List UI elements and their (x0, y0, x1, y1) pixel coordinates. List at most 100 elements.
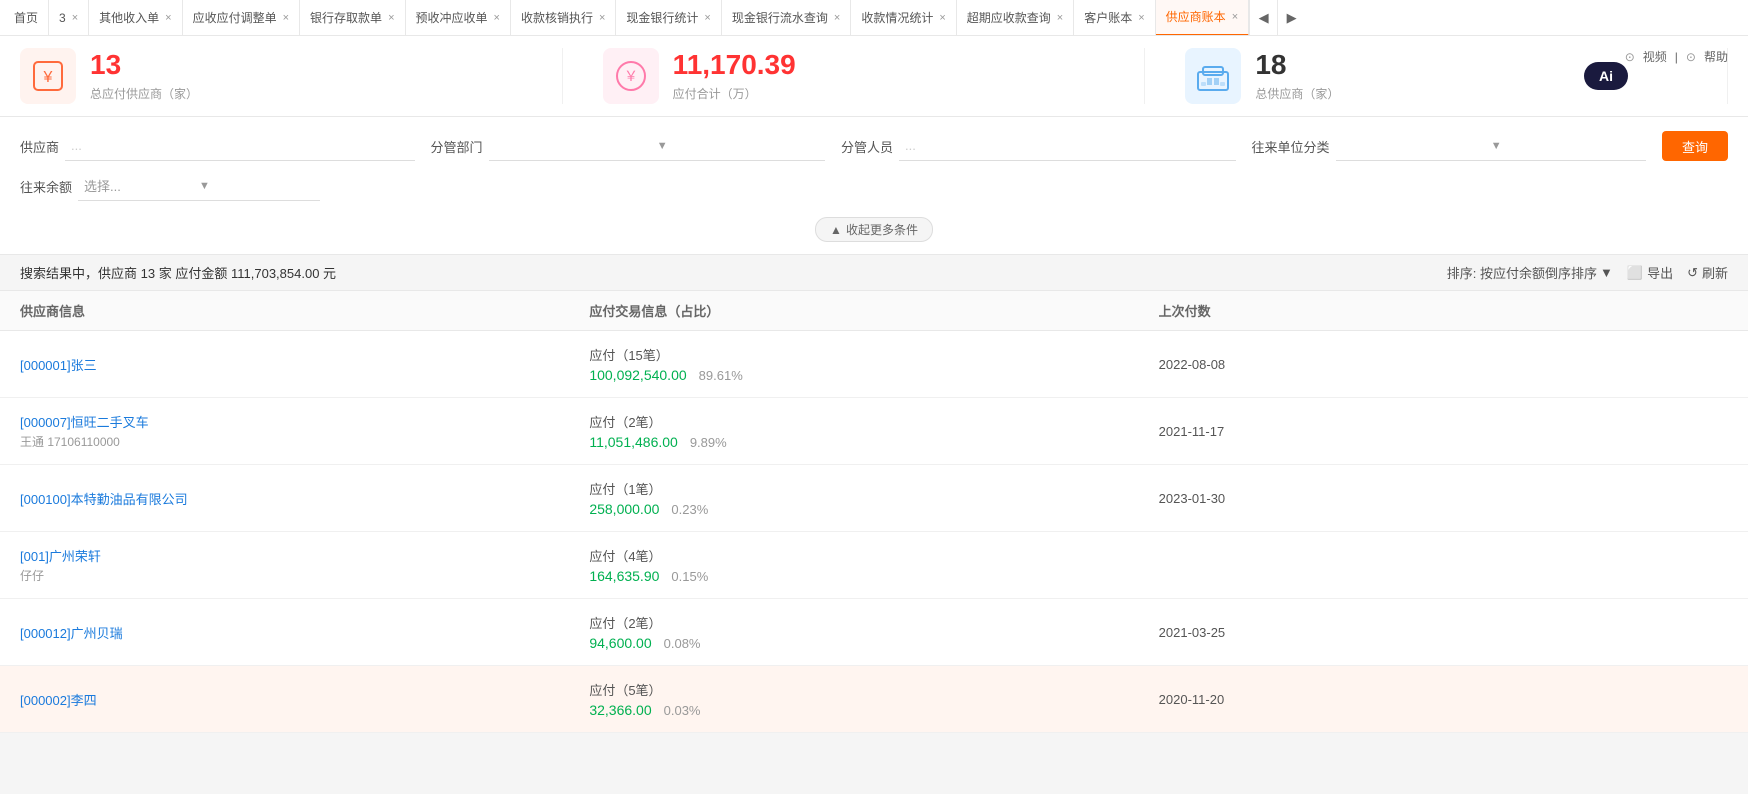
table-row: [000001]张三 应付（15笔） 100,092,540.00 89.61%… (0, 331, 1748, 398)
nav-tab-collection-stats-close[interactable]: × (939, 12, 945, 24)
supplier-sub-3: 仔仔 (20, 567, 589, 584)
nav-tab-3-close[interactable]: × (72, 12, 78, 24)
supplier-link-3[interactable]: [001]广州荣轩 (20, 549, 101, 564)
col-header-lastpay: 上次付数 (1159, 301, 1728, 320)
stat-info-payable-suppliers: 13 总应付供应商（家） (90, 50, 198, 102)
nav-tab-verify[interactable]: 收款核销执行 × (511, 0, 616, 36)
supplier-link-5[interactable]: [000002]李四 (20, 693, 97, 708)
nav-tab-cash-stats[interactable]: 现金银行统计 × (616, 0, 721, 36)
ai-button[interactable]: Ai (1584, 62, 1628, 90)
query-button[interactable]: 查询 (1662, 131, 1728, 161)
nav-tab-customer-ledger-close[interactable]: × (1138, 12, 1144, 24)
refresh-icon: ↺ (1687, 265, 1698, 281)
table-row: [000012]广州贝瑞 应付（2笔） 94,600.00 0.08% 2021… (0, 599, 1748, 666)
dept-filter-select[interactable]: ▼ (489, 131, 825, 161)
refresh-button[interactable]: ↺ 刷新 (1687, 263, 1728, 282)
nav-tab-prepay-label: 预收冲应收单 (416, 9, 488, 26)
nav-tab-cash-stats-close[interactable]: × (704, 12, 710, 24)
nav-tab-bank-close[interactable]: × (388, 12, 394, 24)
help-link[interactable]: 帮助 (1704, 48, 1728, 65)
top-navigation: 首页 3 × 其他收入单 × 应收应付调整单 × 银行存取款单 × 预收冲应收单… (0, 0, 1748, 36)
category-filter-label: 往来单位分类 (1252, 137, 1330, 156)
trans-amount-3: 164,635.90 (589, 568, 659, 584)
refresh-label: 刷新 (1702, 263, 1728, 282)
nav-tab-verify-close[interactable]: × (599, 12, 605, 24)
supplier-info-2: [000100]本特勤油品有限公司 (20, 489, 589, 508)
trans-pct-2: 0.23% (671, 502, 708, 517)
dept-chevron-down-icon: ▼ (657, 140, 819, 152)
trans-label-0: 应付（15笔） (589, 345, 1158, 364)
nav-right-arrow[interactable]: ▶ (1277, 0, 1305, 36)
last-pay-5: 2020-11-20 (1159, 692, 1728, 707)
nav-tab-adjustment[interactable]: 应收应付调整单 × (183, 0, 300, 36)
nav-tab-home[interactable]: 首页 (4, 0, 49, 36)
result-middle: 家 应付金额 (159, 266, 228, 281)
video-link[interactable]: 视频 (1643, 48, 1667, 65)
nav-tab-other-income[interactable]: 其他收入单 × (89, 0, 182, 36)
nav-tab-supplier-ledger-label: 供应商账本 (1166, 8, 1226, 25)
supplier-link-4[interactable]: [000012]广州贝瑞 (20, 626, 123, 641)
nav-tab-supplier-ledger-close[interactable]: × (1232, 11, 1238, 23)
nav-tab-bank[interactable]: 银行存取款单 × (300, 0, 405, 36)
person-filter-label: 分管人员 (841, 137, 893, 156)
table-row: [000100]本特勤油品有限公司 应付（1笔） 258,000.00 0.23… (0, 465, 1748, 532)
payable-total-icon: ￥ (603, 48, 659, 104)
category-filter-select[interactable]: ▼ (1336, 131, 1646, 161)
nav-tab-adjustment-close[interactable]: × (283, 12, 289, 24)
collapse-label: 收起更多条件 (846, 221, 918, 238)
nav-tab-other-income-close[interactable]: × (165, 12, 171, 24)
nav-tab-collection-stats[interactable]: 收款情况统计 × (851, 0, 956, 36)
nav-left-arrow[interactable]: ◀ (1249, 0, 1277, 36)
collapse-arrow-icon: ▲ (830, 223, 842, 237)
export-icon: ⬜ (1627, 265, 1643, 281)
trans-pct-0: 89.61% (699, 368, 743, 383)
supplier-link-0[interactable]: [000001]张三 (20, 358, 97, 373)
trans-pct-4: 0.08% (664, 636, 701, 651)
nav-tab-customer-ledger-label: 客户账本 (1084, 9, 1132, 26)
total-suppliers-icon (1185, 48, 1241, 104)
balance-filter-label: 往来余额 (20, 177, 72, 196)
trans-info-3: 应付（4笔） 164,635.90 0.15% (589, 546, 1158, 584)
trans-info-0: 应付（15笔） 100,092,540.00 89.61% (589, 345, 1158, 383)
nav-tab-prepay-close[interactable]: × (494, 12, 500, 24)
filter-item-dept: 分管部门 ▼ (431, 131, 826, 161)
balance-filter-select[interactable]: 选择... ▼ (78, 171, 320, 201)
stat-info-payable-total: 11,170.39 应付合计（万） (673, 50, 796, 102)
result-actions: 排序: 按应付余额倒序排序 ▼ ⬜ 导出 ↺ 刷新 (1447, 263, 1728, 282)
table-row: [001]广州荣轩 仔仔 应付（4笔） 164,635.90 0.15% (0, 532, 1748, 599)
supplier-filter-input[interactable] (65, 131, 414, 161)
export-button[interactable]: ⬜ 导出 (1627, 263, 1673, 282)
nav-tab-overdue[interactable]: 超期应收款查询 × (957, 0, 1074, 36)
filter-bar: 供应商 分管部门 ▼ 分管人员 往来单位分类 ▼ (0, 117, 1748, 255)
collapse-button[interactable]: ▲ 收起更多条件 (815, 217, 933, 242)
supplier-link-2[interactable]: [000100]本特勤油品有限公司 (20, 492, 188, 507)
nav-tab-overdue-close[interactable]: × (1057, 12, 1063, 24)
nav-tab-adjustment-label: 应收应付调整单 (193, 9, 277, 26)
supplier-link-1[interactable]: [000007]恒旺二手叉车 (20, 415, 149, 430)
last-pay-0: 2022-08-08 (1159, 357, 1728, 372)
nav-tab-cash-flow[interactable]: 现金银行流水查询 × (722, 0, 851, 36)
nav-tab-cash-flow-label: 现金银行流水查询 (732, 9, 828, 26)
last-pay-date-1: 2021-11-17 (1159, 424, 1225, 439)
supplier-sub-1: 王通 17106110000 (20, 433, 589, 450)
sort-button[interactable]: 排序: 按应付余额倒序排序 ▼ (1447, 263, 1613, 282)
trans-label-4: 应付（2笔） (589, 613, 1158, 632)
last-pay-4: 2021-03-25 (1159, 625, 1728, 640)
trans-info-4: 应付（2笔） 94,600.00 0.08% (589, 613, 1158, 651)
last-pay-date-5: 2020-11-20 (1159, 692, 1225, 707)
nav-tab-customer-ledger[interactable]: 客户账本 × (1074, 0, 1155, 36)
nav-tab-cash-flow-close[interactable]: × (834, 12, 840, 24)
col-header-trans: 应付交易信息（占比） (589, 301, 1158, 320)
payable-total-number: 11,170.39 (673, 50, 796, 81)
nav-tab-prepay[interactable]: 预收冲应收单 × (406, 0, 511, 36)
trans-row-1: 11,051,486.00 9.89% (589, 434, 1158, 450)
person-filter-input[interactable] (899, 131, 1235, 161)
nav-tab-supplier-ledger[interactable]: 供应商账本 × (1156, 0, 1249, 36)
col-header-supplier: 供应商信息 (20, 301, 589, 320)
sort-label: 排序: 按应付余额倒序排序 (1447, 263, 1597, 282)
nav-tab-3[interactable]: 3 × (49, 0, 89, 36)
filter-item-category: 往来单位分类 ▼ (1252, 131, 1647, 161)
stats-bar: ¥ 13 总应付供应商（家） ￥ 11,170.39 应付合计（万） (0, 36, 1748, 117)
trans-amount-4: 94,600.00 (589, 635, 651, 651)
trans-amount-1: 11,051,486.00 (589, 434, 678, 450)
